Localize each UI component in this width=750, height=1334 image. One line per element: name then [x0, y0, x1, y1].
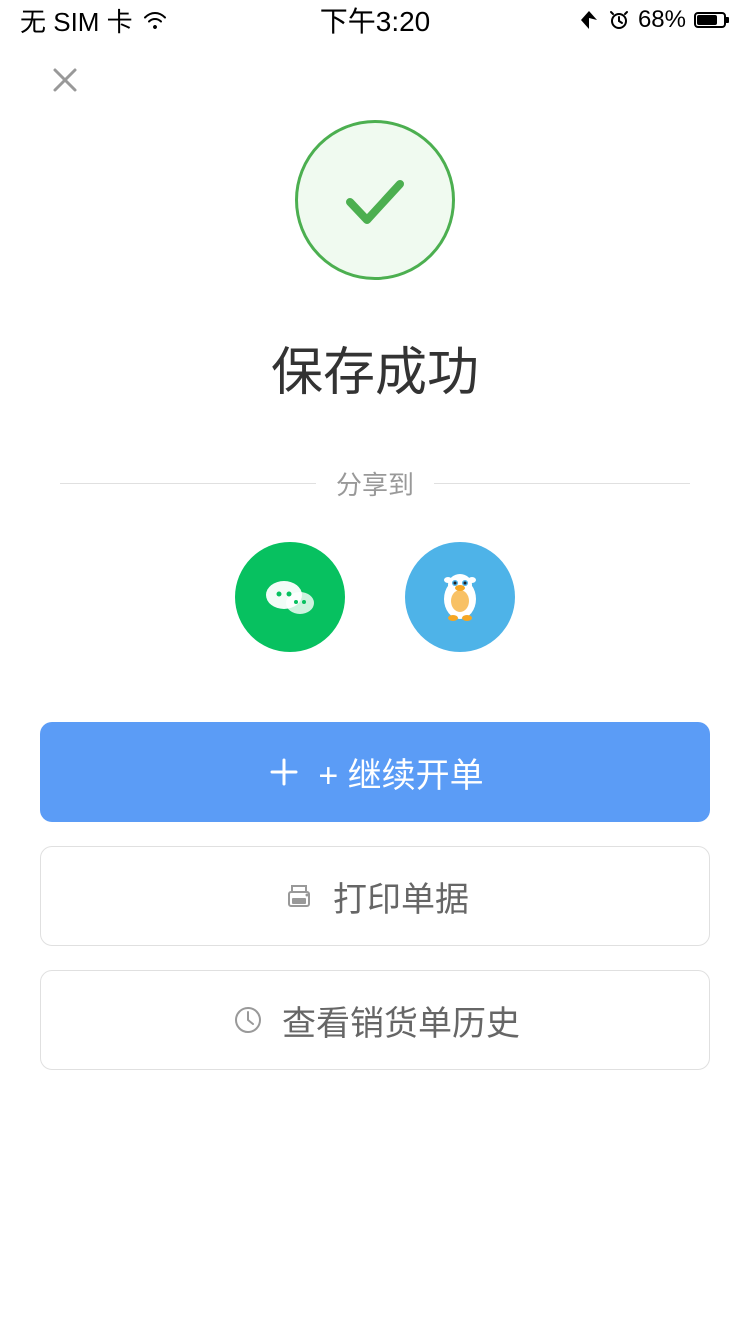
status-bar: 无 SIM 卡 下午3:20 68%	[0, 0, 750, 40]
location-icon	[578, 9, 600, 31]
battery-body-icon	[694, 10, 730, 30]
divider-line-right	[434, 483, 690, 484]
qq-icon	[428, 565, 493, 630]
history-label: 查看销货单历史	[282, 996, 520, 1045]
history-icon	[230, 1002, 266, 1038]
plus-icon	[266, 754, 302, 790]
main-content: 保存成功 分享到	[0, 40, 750, 1070]
divider-line-left	[60, 483, 316, 484]
continue-label: + 继续开单	[318, 748, 483, 797]
success-icon-circle	[295, 120, 455, 280]
status-bar-right: 68%	[578, 6, 730, 34]
print-label: 打印单据	[333, 872, 469, 921]
wechat-icon	[258, 565, 323, 630]
battery-percent: 68%	[638, 6, 686, 34]
close-button[interactable]	[40, 55, 90, 105]
qq-share-button[interactable]	[405, 542, 515, 652]
share-icons	[235, 542, 515, 652]
success-title: 保存成功	[271, 330, 479, 405]
history-button[interactable]: 查看销货单历史	[40, 970, 710, 1070]
print-button[interactable]: 打印单据	[40, 846, 710, 946]
wechat-share-button[interactable]	[235, 542, 345, 652]
status-bar-time: 下午3:20	[320, 0, 431, 40]
wifi-icon	[141, 10, 169, 30]
status-bar-left: 无 SIM 卡	[20, 2, 169, 39]
share-divider: 分享到	[0, 465, 750, 502]
actions: + 继续开单 打印单据 查看销货单历史	[0, 722, 750, 1070]
checkmark-icon	[335, 160, 415, 240]
continue-button[interactable]: + 继续开单	[40, 722, 710, 822]
print-icon	[281, 878, 317, 914]
share-label: 分享到	[316, 465, 434, 502]
alarm-icon	[608, 9, 630, 31]
sim-label: 无 SIM 卡	[20, 2, 133, 39]
